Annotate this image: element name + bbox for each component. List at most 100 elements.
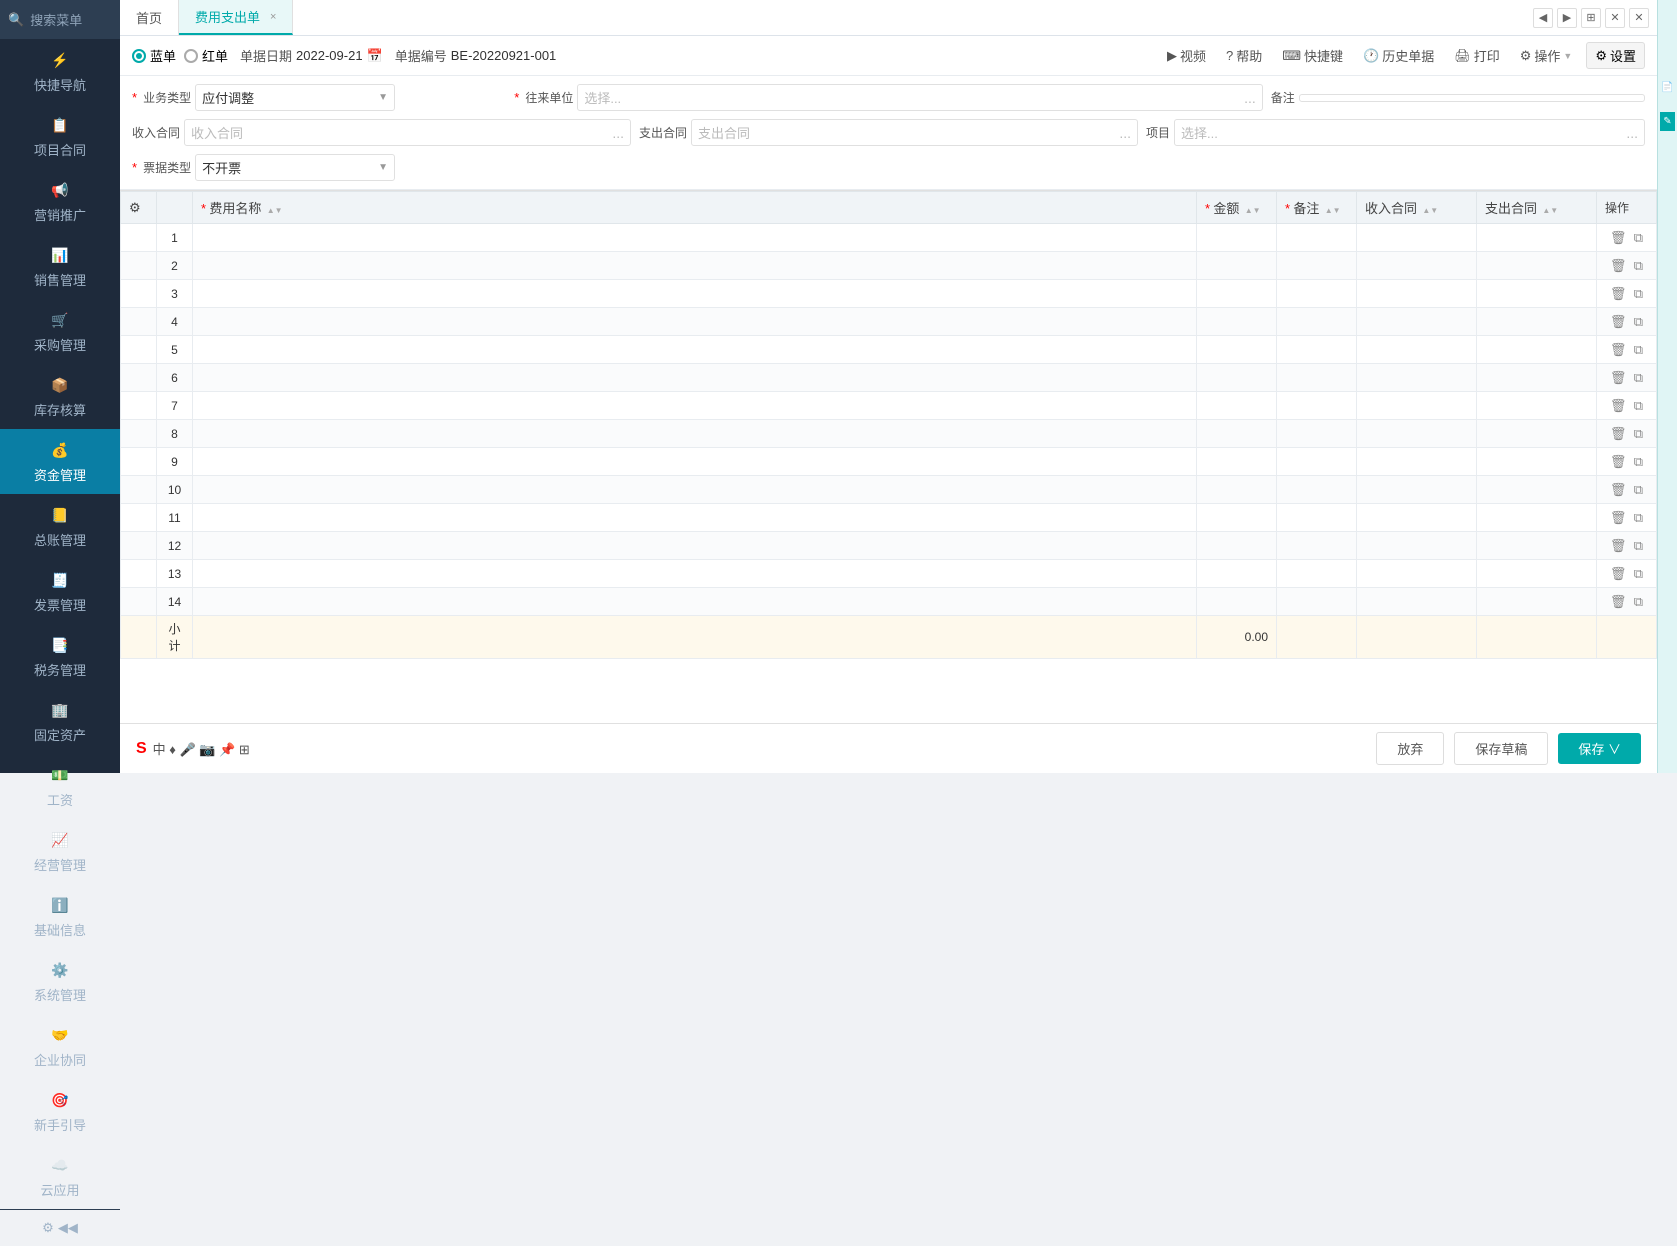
- settings-btn[interactable]: ⚙ 设置: [1586, 42, 1645, 69]
- th-ops: 操作: [1597, 192, 1657, 224]
- expense-contract-more[interactable]: ...: [1119, 125, 1131, 141]
- business-type-input[interactable]: 应付调整 ▼: [195, 84, 395, 111]
- settings-gear[interactable]: ⚙: [129, 200, 141, 215]
- row-delete-btn[interactable]: 🗑: [1610, 258, 1627, 273]
- row-copy-btn[interactable]: ⧉: [1634, 594, 1643, 609]
- row-delete-btn[interactable]: 🗑: [1610, 398, 1627, 413]
- row-copy-btn[interactable]: ⧉: [1634, 370, 1643, 385]
- shortcut-btn[interactable]: ⌨ 快捷键: [1276, 44, 1349, 67]
- row-copy-btn[interactable]: ⧉: [1634, 258, 1643, 273]
- print-btn[interactable]: 🖨 打印: [1448, 44, 1506, 67]
- th-expense-sort[interactable]: ▲▼: [1542, 207, 1558, 215]
- sidebar-item-tax[interactable]: 📑税务管理: [0, 624, 120, 689]
- income-contract-input[interactable]: 收入合同 ...: [184, 119, 631, 146]
- right-panel-icon-1[interactable]: 📄: [1662, 80, 1673, 92]
- row-delete-btn[interactable]: 🗑: [1610, 230, 1627, 245]
- th-amount-sort[interactable]: ▲▼: [1245, 207, 1261, 215]
- th-name-sort[interactable]: ▲▼: [267, 207, 283, 215]
- row-delete-btn[interactable]: 🗑: [1610, 454, 1627, 469]
- row-delete-btn[interactable]: 🗑: [1610, 286, 1627, 301]
- income-contract-more[interactable]: ...: [612, 125, 624, 141]
- sidebar-item-sales[interactable]: 📊销售管理: [0, 234, 120, 299]
- row-delete-btn[interactable]: 🗑: [1610, 314, 1627, 329]
- th-amount[interactable]: * 金额 ▲▼: [1197, 192, 1277, 224]
- row-copy-btn[interactable]: ⧉: [1634, 426, 1643, 441]
- row-delete-btn[interactable]: 🗑: [1610, 342, 1627, 357]
- sidebar-icon-enterprise: 🤝: [49, 1024, 71, 1046]
- tab-close-icon[interactable]: ×: [270, 11, 276, 23]
- project-more[interactable]: ...: [1626, 125, 1638, 141]
- th-name[interactable]: * 费用名称 ▲▼: [193, 192, 1197, 224]
- sidebar-item-marketing[interactable]: 📢营销推广: [0, 169, 120, 234]
- blue-bill-radio[interactable]: 蓝单: [132, 46, 176, 65]
- th-income-sort[interactable]: ▲▼: [1422, 207, 1438, 215]
- tab-expense[interactable]: 费用支出单 ×: [179, 0, 293, 35]
- sidebar-item-enterprise[interactable]: 🤝企业协同: [0, 1014, 120, 1079]
- row-copy-btn[interactable]: ⧉: [1634, 342, 1643, 357]
- save-button[interactable]: 保存 ∨: [1558, 733, 1641, 764]
- tab-close-all-btn[interactable]: ✕: [1605, 8, 1625, 28]
- expense-contract-input[interactable]: 支出合同 ...: [691, 119, 1138, 146]
- remark-input[interactable]: [1299, 94, 1645, 102]
- partner-more[interactable]: ...: [1244, 90, 1256, 106]
- row-delete-btn[interactable]: 🗑: [1610, 510, 1627, 525]
- row-delete-btn[interactable]: 🗑: [1610, 426, 1627, 441]
- row-delete-btn[interactable]: 🗑: [1610, 566, 1627, 581]
- tab-prev-btn[interactable]: ◀: [1533, 8, 1553, 28]
- row-copy-btn[interactable]: ⧉: [1634, 314, 1643, 329]
- sidebar-item-payroll[interactable]: 💵工资: [0, 754, 120, 819]
- tab-home[interactable]: 首页: [120, 0, 179, 35]
- tab-grid-btn[interactable]: ⊞: [1581, 8, 1601, 28]
- sidebar-item-inventory[interactable]: 📦库存核算: [0, 364, 120, 429]
- th-note-sort[interactable]: ▲▼: [1325, 207, 1341, 215]
- sidebar-item-fixed-assets[interactable]: 🏢固定资产: [0, 689, 120, 754]
- sidebar-item-purchase[interactable]: 🛒采购管理: [0, 299, 120, 364]
- th-note[interactable]: * 备注 ▲▼: [1277, 192, 1357, 224]
- help-btn[interactable]: ? 帮助: [1220, 44, 1268, 67]
- table-row: 10 🗑 ⧉: [121, 476, 1657, 504]
- sidebar-item-capital[interactable]: 💰资金管理: [0, 429, 120, 494]
- history-btn[interactable]: 🕐 历史单据: [1357, 44, 1440, 67]
- settings-bottom-item[interactable]: ⚙ ◀◀: [0, 1210, 120, 1246]
- row-copy-btn[interactable]: ⧉: [1634, 230, 1643, 245]
- th-settings[interactable]: ⚙: [121, 192, 157, 224]
- row-delete-btn[interactable]: 🗑: [1610, 370, 1627, 385]
- row-copy-btn[interactable]: ⧉: [1634, 510, 1643, 525]
- sidebar-item-newbie[interactable]: 🎯新手引导: [0, 1079, 120, 1144]
- sidebar-search[interactable]: 🔍 搜索菜单: [0, 0, 120, 39]
- th-income[interactable]: 收入合同 ▲▼: [1357, 192, 1477, 224]
- sidebar-item-accounting[interactable]: 📒总账管理: [0, 494, 120, 559]
- operation-btn[interactable]: ⚙ 操作 ▼: [1514, 44, 1579, 67]
- business-type-value: 应付调整: [202, 88, 254, 107]
- row-copy-btn[interactable]: ⧉: [1634, 398, 1643, 413]
- discard-button[interactable]: 放弃: [1376, 732, 1444, 765]
- row-copy-btn[interactable]: ⧉: [1634, 454, 1643, 469]
- row-copy-btn[interactable]: ⧉: [1634, 482, 1643, 497]
- row-delete-btn[interactable]: 🗑: [1610, 538, 1627, 553]
- red-bill-radio[interactable]: 红单: [184, 46, 228, 65]
- right-panel-icon-2[interactable]: ✎: [1660, 112, 1675, 131]
- invoice-type-input[interactable]: 不开票 ▼: [195, 154, 395, 181]
- docnum-value: BE-20220921-001: [451, 48, 557, 63]
- video-btn[interactable]: ▶ 视频: [1161, 44, 1212, 67]
- tab-next-btn[interactable]: ▶: [1557, 8, 1577, 28]
- calendar-icon[interactable]: 📅: [367, 48, 383, 64]
- sidebar-item-ops[interactable]: 📈经营管理: [0, 819, 120, 884]
- sidebar-item-invoice[interactable]: 🧾发票管理: [0, 559, 120, 624]
- project-input[interactable]: 选择... ...: [1174, 119, 1645, 146]
- sidebar-item-cloud[interactable]: ☁️云应用: [0, 1144, 120, 1209]
- row-copy-btn[interactable]: ⧉: [1634, 566, 1643, 581]
- sidebar-item-system[interactable]: ⚙️系统管理: [0, 949, 120, 1014]
- row-delete-btn[interactable]: 🗑: [1610, 482, 1627, 497]
- row-copy-btn[interactable]: ⧉: [1634, 286, 1643, 301]
- sidebar-item-basic-info[interactable]: ℹ️基础信息: [0, 884, 120, 949]
- sidebar-label-tax: 税务管理: [34, 660, 86, 679]
- partner-input[interactable]: 选择... ...: [577, 84, 1262, 111]
- row-delete-btn[interactable]: 🗑: [1610, 594, 1627, 609]
- window-close-btn[interactable]: ✕: [1629, 8, 1649, 28]
- sidebar-item-quick-nav[interactable]: ⚡快捷导航: [0, 39, 120, 104]
- row-copy-btn[interactable]: ⧉: [1634, 538, 1643, 553]
- th-expense[interactable]: 支出合同 ▲▼: [1477, 192, 1597, 224]
- save-draft-button[interactable]: 保存草稿: [1454, 732, 1548, 765]
- sidebar-item-project-contract[interactable]: 📋项目合同: [0, 104, 120, 169]
